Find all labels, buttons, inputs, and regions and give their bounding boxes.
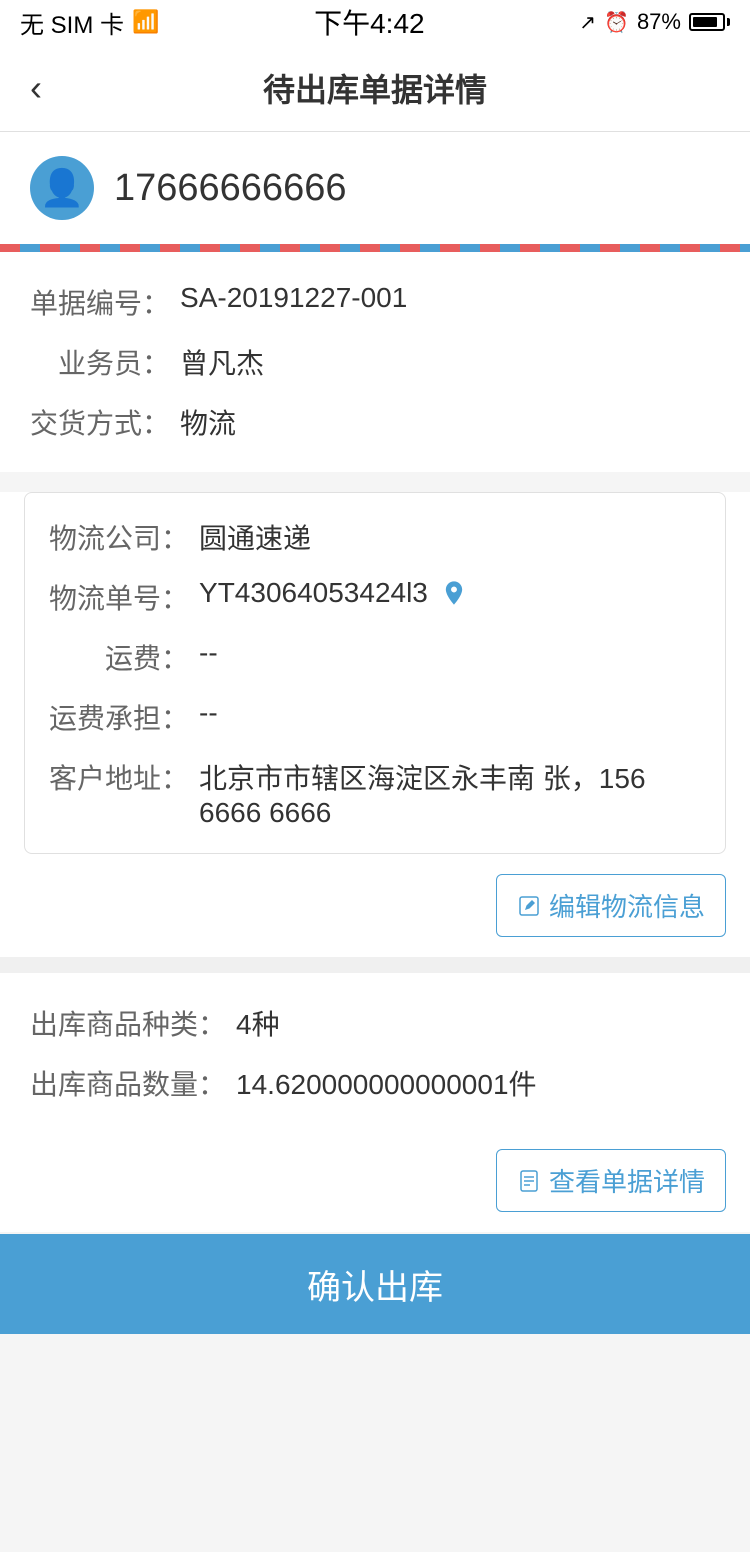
view-detail-row: 查看单据详情 — [0, 1149, 750, 1232]
goods-section: 出库商品种类： 4种 出库商品数量： 14.620000000000001件 — [0, 973, 750, 1133]
freight-label: 运费： — [49, 637, 189, 677]
address-value: 北京市市辖区海淀区永丰南 张，156 6666 6666 — [199, 757, 701, 829]
view-detail-button[interactable]: 查看单据详情 — [496, 1149, 726, 1212]
status-time: 下午4:42 — [314, 2, 425, 42]
delivery-value: 物流 — [180, 402, 720, 442]
freight-value: -- — [199, 637, 701, 669]
goods-types-value: 4种 — [236, 1003, 280, 1043]
nav-bar: ‹ 待出库单据详情 — [0, 44, 750, 132]
document-icon — [517, 1169, 541, 1193]
order-no-value: SA-20191227-001 — [180, 282, 720, 314]
status-left: 无 SIM 卡 📶 — [20, 5, 159, 40]
back-button[interactable]: ‹ — [20, 57, 52, 119]
logistics-tracking-label: 物流单号： — [49, 577, 189, 617]
battery-indicator — [689, 13, 730, 31]
freight-bearer-label: 运费承担： — [49, 697, 189, 737]
delivery-label: 交货方式： — [30, 402, 170, 442]
edit-btn-label: 编辑物流信息 — [549, 887, 705, 924]
logistics-section: 物流公司： 圆通速递 物流单号： YT43064053424l3 运费： -- … — [24, 492, 726, 854]
goods-quantity-value: 14.620000000000001件 — [236, 1063, 537, 1103]
confirm-button[interactable]: 确认出库 — [0, 1234, 750, 1334]
confirm-btn-label: 确认出库 — [307, 1260, 443, 1309]
gray-divider-1 — [0, 957, 750, 973]
avatar-icon: 👤 — [40, 167, 85, 209]
salesman-row: 业务员： 曾凡杰 — [30, 342, 720, 382]
order-no-row: 单据编号： SA-20191227-001 — [30, 282, 720, 322]
freight-row: 运费： -- — [49, 637, 701, 677]
view-detail-label: 查看单据详情 — [549, 1162, 705, 1199]
edit-icon — [517, 894, 541, 918]
freight-bearer-value: -- — [199, 697, 701, 729]
address-label: 客户地址： — [49, 757, 189, 797]
location-status-icon: ↗ — [579, 10, 596, 35]
goods-types-row: 出库商品种类： 4种 — [30, 1003, 720, 1043]
customer-phone: 17666666666 — [114, 167, 346, 210]
order-no-label: 单据编号： — [30, 282, 170, 322]
status-bar: 无 SIM 卡 📶 下午4:42 ↗ ⏰ 87% — [0, 0, 750, 44]
dashed-divider — [0, 244, 750, 252]
logistics-tracking-value: YT43064053424l3 — [199, 577, 701, 609]
goods-quantity-label: 出库商品数量： — [30, 1063, 226, 1103]
battery-text: 87% — [637, 9, 681, 35]
salesman-label: 业务员： — [30, 342, 170, 382]
logistics-company-row: 物流公司： 圆通速递 — [49, 517, 701, 557]
customer-header: 👤 17666666666 — [0, 132, 750, 244]
salesman-value: 曾凡杰 — [180, 342, 720, 382]
carrier-text: 无 SIM 卡 — [20, 5, 124, 40]
page-title: 待出库单据详情 — [263, 65, 487, 111]
delivery-row: 交货方式： 物流 — [30, 402, 720, 442]
logistics-company-value: 圆通速递 — [199, 517, 701, 557]
location-icon[interactable] — [440, 579, 468, 607]
logistics-company-label: 物流公司： — [49, 517, 189, 557]
edit-logistics-button[interactable]: 编辑物流信息 — [496, 874, 726, 937]
alarm-icon: ⏰ — [604, 10, 629, 35]
main-content: 👤 17666666666 单据编号： SA-20191227-001 业务员：… — [0, 132, 750, 1552]
freight-bearer-row: 运费承担： -- — [49, 697, 701, 737]
edit-btn-row: 编辑物流信息 — [0, 874, 750, 957]
avatar: 👤 — [30, 156, 94, 220]
status-right: ↗ ⏰ 87% — [579, 9, 730, 35]
order-info-section: 单据编号： SA-20191227-001 业务员： 曾凡杰 交货方式： 物流 — [0, 252, 750, 472]
logistics-tracking-row: 物流单号： YT43064053424l3 — [49, 577, 701, 617]
address-row: 客户地址： 北京市市辖区海淀区永丰南 张，156 6666 6666 — [49, 757, 701, 829]
goods-quantity-row: 出库商品数量： 14.620000000000001件 — [30, 1063, 720, 1103]
goods-types-label: 出库商品种类： — [30, 1003, 226, 1043]
wifi-icon: 📶 — [132, 9, 159, 35]
